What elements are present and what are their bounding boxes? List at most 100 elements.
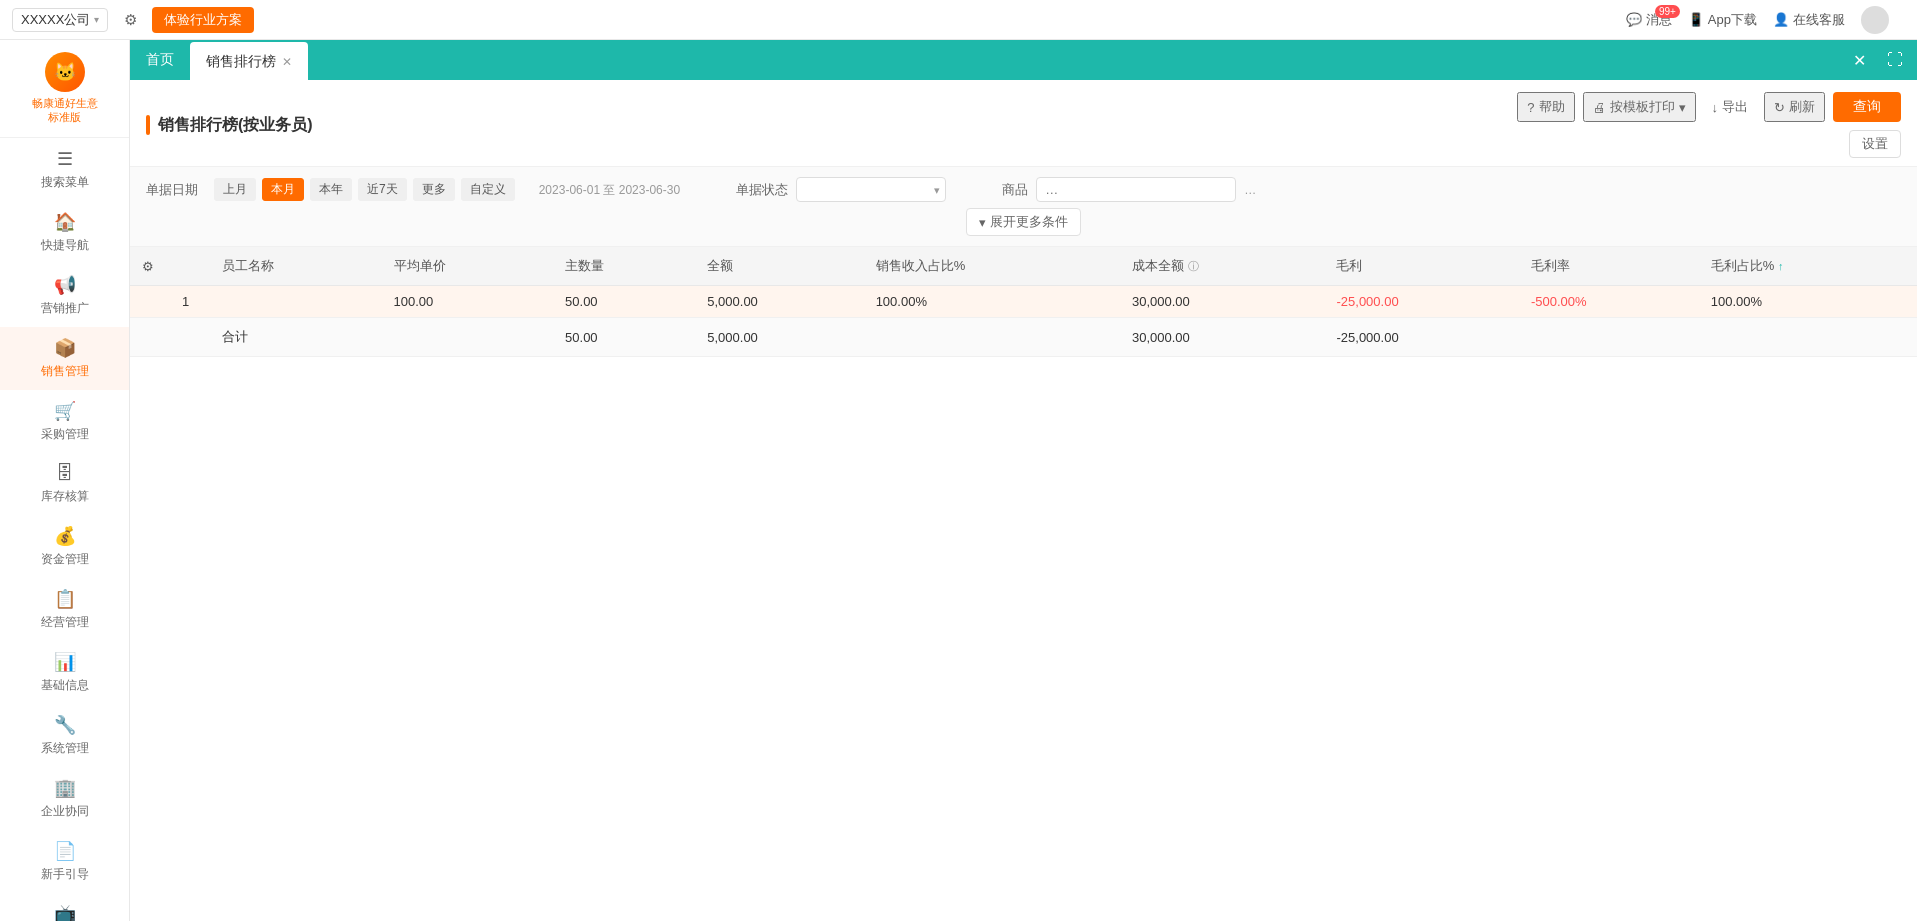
expand-row: ▾ 展开更多条件	[146, 208, 1901, 236]
footer-total: 5,000.00	[695, 318, 863, 357]
sidebar-item-marketing[interactable]: 📢 营销推广	[0, 264, 129, 327]
sidebar-item-purchase[interactable]: 🛒 采购管理	[0, 390, 129, 453]
main-body: 🐱 畅康通好生意 标准版 ☰ 搜索菜单 🏠 快捷导航 📢 营销推广	[0, 40, 1917, 921]
search-order-icon: ☰	[57, 148, 73, 170]
sidebar-item-inventory[interactable]: 🗄 库存核算	[0, 453, 129, 515]
date-filter: 上月 本月 本年 近7天 更多 自定义	[214, 178, 515, 201]
company-name: XXXXX公司	[21, 11, 90, 29]
status-select[interactable]	[796, 177, 946, 202]
more-dots-btn[interactable]: …	[1244, 183, 1256, 197]
company-selector[interactable]: XXXXX公司 ▾	[12, 8, 108, 32]
table-settings-icon[interactable]: ⚙	[142, 259, 154, 274]
sidebar-item-base-info[interactable]: 📊 基础信息	[0, 641, 129, 704]
row-cost: 30,000.00	[1120, 286, 1325, 318]
query-button[interactable]: 查询	[1833, 92, 1901, 122]
tab-expand-btn[interactable]: ⛶	[1881, 46, 1909, 74]
sidebar-logo: 🐱 畅康通好生意 标准版	[0, 40, 129, 138]
tab-sales-ranking[interactable]: 销售排行榜 ✕	[190, 42, 308, 82]
sidebar-item-app-center[interactable]: 📺 应用中心	[0, 893, 129, 921]
gross-pct-sort-icon[interactable]: ↑	[1778, 260, 1784, 272]
row-avg-price: 100.00	[382, 286, 554, 318]
app-download-btn[interactable]: 📱 App下载	[1688, 11, 1757, 29]
sidebar-item-finance[interactable]: 💰 资金管理	[0, 515, 129, 578]
tab-home[interactable]: 首页	[130, 40, 190, 80]
guide-icon: 📄	[54, 840, 76, 862]
date-btn-this-month[interactable]: 本月	[262, 178, 304, 201]
print-btn[interactable]: 🖨 按模板打印 ▾	[1583, 92, 1696, 122]
sidebar-item-label: 系统管理	[41, 740, 89, 757]
row-settings	[130, 286, 170, 318]
col-total: 全额	[695, 247, 863, 286]
date-btn-7days[interactable]: 近7天	[358, 178, 407, 201]
rankings-table: ⚙ 员工名称 平均单价 主数量 全额 销售收入占比% 成本全额 ⓘ 毛利 毛	[130, 247, 1917, 357]
col-gross-rate: 毛利率	[1519, 247, 1699, 286]
avatar[interactable]	[1861, 6, 1889, 34]
goods-filter-label: 商品	[1002, 181, 1028, 199]
service-icon: 👤	[1773, 12, 1789, 27]
header-right: 💬 消息 99+ 📱 App下载 👤 在线客服	[1626, 6, 1905, 34]
footer-gross-pct	[1699, 318, 1917, 357]
sidebar-item-system[interactable]: 🔧 系统管理	[0, 704, 129, 767]
date-btn-custom[interactable]: 自定义	[461, 178, 515, 201]
trial-button[interactable]: 体验行业方案	[152, 7, 254, 33]
footer-avg-price	[382, 318, 554, 357]
table-header-row: ⚙ 员工名称 平均单价 主数量 全额 销售收入占比% 成本全额 ⓘ 毛利 毛	[130, 247, 1917, 286]
date-btn-more[interactable]: 更多	[413, 178, 455, 201]
date-btn-this-year[interactable]: 本年	[310, 178, 352, 201]
online-service-btn[interactable]: 👤 在线客服	[1773, 11, 1845, 29]
sidebar: 🐱 畅康通好生意 标准版 ☰ 搜索菜单 🏠 快捷导航 📢 营销推广	[0, 40, 130, 921]
date-filter-label: 单据日期	[146, 181, 198, 199]
header-settings-icon[interactable]: ⚙	[116, 6, 144, 34]
row-employee	[210, 286, 382, 318]
inventory-icon: 🗄	[56, 463, 74, 484]
sidebar-item-sales[interactable]: 📦 销售管理	[0, 327, 129, 390]
set-button[interactable]: 设置	[1849, 130, 1901, 158]
filter-area: 单据日期 上月 本月 本年 近7天 更多 自定义 2023-06-01 至 20…	[130, 167, 1917, 247]
content-area: 首页 销售排行榜 ✕ ✕ ⛶ 销售排行榜(按业务员)	[130, 40, 1917, 921]
table-footer-row: 合计 50.00 5,000.00 30,000.00 -25,000.00	[130, 318, 1917, 357]
col-employee: 员工名称	[210, 247, 382, 286]
message-btn[interactable]: 💬 消息 99+	[1626, 11, 1672, 29]
help-btn[interactable]: ? 帮助	[1517, 92, 1574, 122]
purchase-icon: 🛒	[54, 400, 76, 422]
page-actions: ? 帮助 🖨 按模板打印 ▾ ↓ 导出	[1517, 92, 1901, 158]
filter-row-1: 单据日期 上月 本月 本年 近7天 更多 自定义 2023-06-01 至 20…	[146, 177, 1901, 202]
collab-icon: 🏢	[54, 777, 76, 799]
footer-cost: 30,000.00	[1120, 318, 1325, 357]
tab-close-icon[interactable]: ✕	[282, 55, 292, 69]
table-area: ⚙ 员工名称 平均单价 主数量 全额 销售收入占比% 成本全额 ⓘ 毛利 毛	[130, 247, 1917, 921]
chevron-down-icon: ▾	[94, 14, 99, 25]
sidebar-item-label: 搜索菜单	[41, 174, 89, 191]
footer-sales-pct	[864, 318, 1120, 357]
sidebar-item-search-order[interactable]: ☰ 搜索菜单	[0, 138, 129, 201]
footer-gross-rate	[1519, 318, 1699, 357]
base-info-icon: 📊	[54, 651, 76, 673]
date-btn-last-month[interactable]: 上月	[214, 178, 256, 201]
sidebar-item-quick-nav[interactable]: 🏠 快捷导航	[0, 201, 129, 264]
col-sales-pct: 销售收入占比%	[864, 247, 1120, 286]
row-qty: 50.00	[553, 286, 695, 318]
sidebar-item-label: 基础信息	[41, 677, 89, 694]
sidebar-nav: ☰ 搜索菜单 🏠 快捷导航 📢 营销推广 📦 销售管理 🛒 采购管理	[0, 138, 129, 921]
goods-input[interactable]	[1036, 177, 1236, 202]
top-header: XXXXX公司 ▾ ⚙ 体验行业方案 💬 消息 99+ 📱 App下载 👤 在线…	[0, 0, 1917, 40]
row-rank: 1	[170, 286, 210, 318]
col-cost: 成本全额 ⓘ	[1120, 247, 1325, 286]
sidebar-item-operations[interactable]: 📋 经营管理	[0, 578, 129, 641]
row-total: 5,000.00	[695, 286, 863, 318]
col-gross: 毛利	[1324, 247, 1518, 286]
cost-info-icon[interactable]: ⓘ	[1188, 260, 1199, 272]
sidebar-item-label: 新手引导	[41, 866, 89, 883]
expand-conditions-btn[interactable]: ▾ 展开更多条件	[966, 208, 1081, 236]
footer-qty: 50.00	[553, 318, 695, 357]
sidebar-item-beginner-guide[interactable]: 📄 新手引导	[0, 830, 129, 893]
sidebar-item-label: 营销推广	[41, 300, 89, 317]
col-settings[interactable]: ⚙	[130, 247, 170, 286]
sidebar-item-enterprise-collab[interactable]: 🏢 企业协同	[0, 767, 129, 830]
col-rank	[170, 247, 210, 286]
refresh-btn[interactable]: ↻ 刷新	[1764, 92, 1825, 122]
col-qty: 主数量	[553, 247, 695, 286]
export-btn[interactable]: ↓ 导出	[1704, 92, 1757, 122]
tab-close-all-btn[interactable]: ✕	[1845, 46, 1873, 74]
col-gross-pct: 毛利占比% ↑	[1699, 247, 1917, 286]
